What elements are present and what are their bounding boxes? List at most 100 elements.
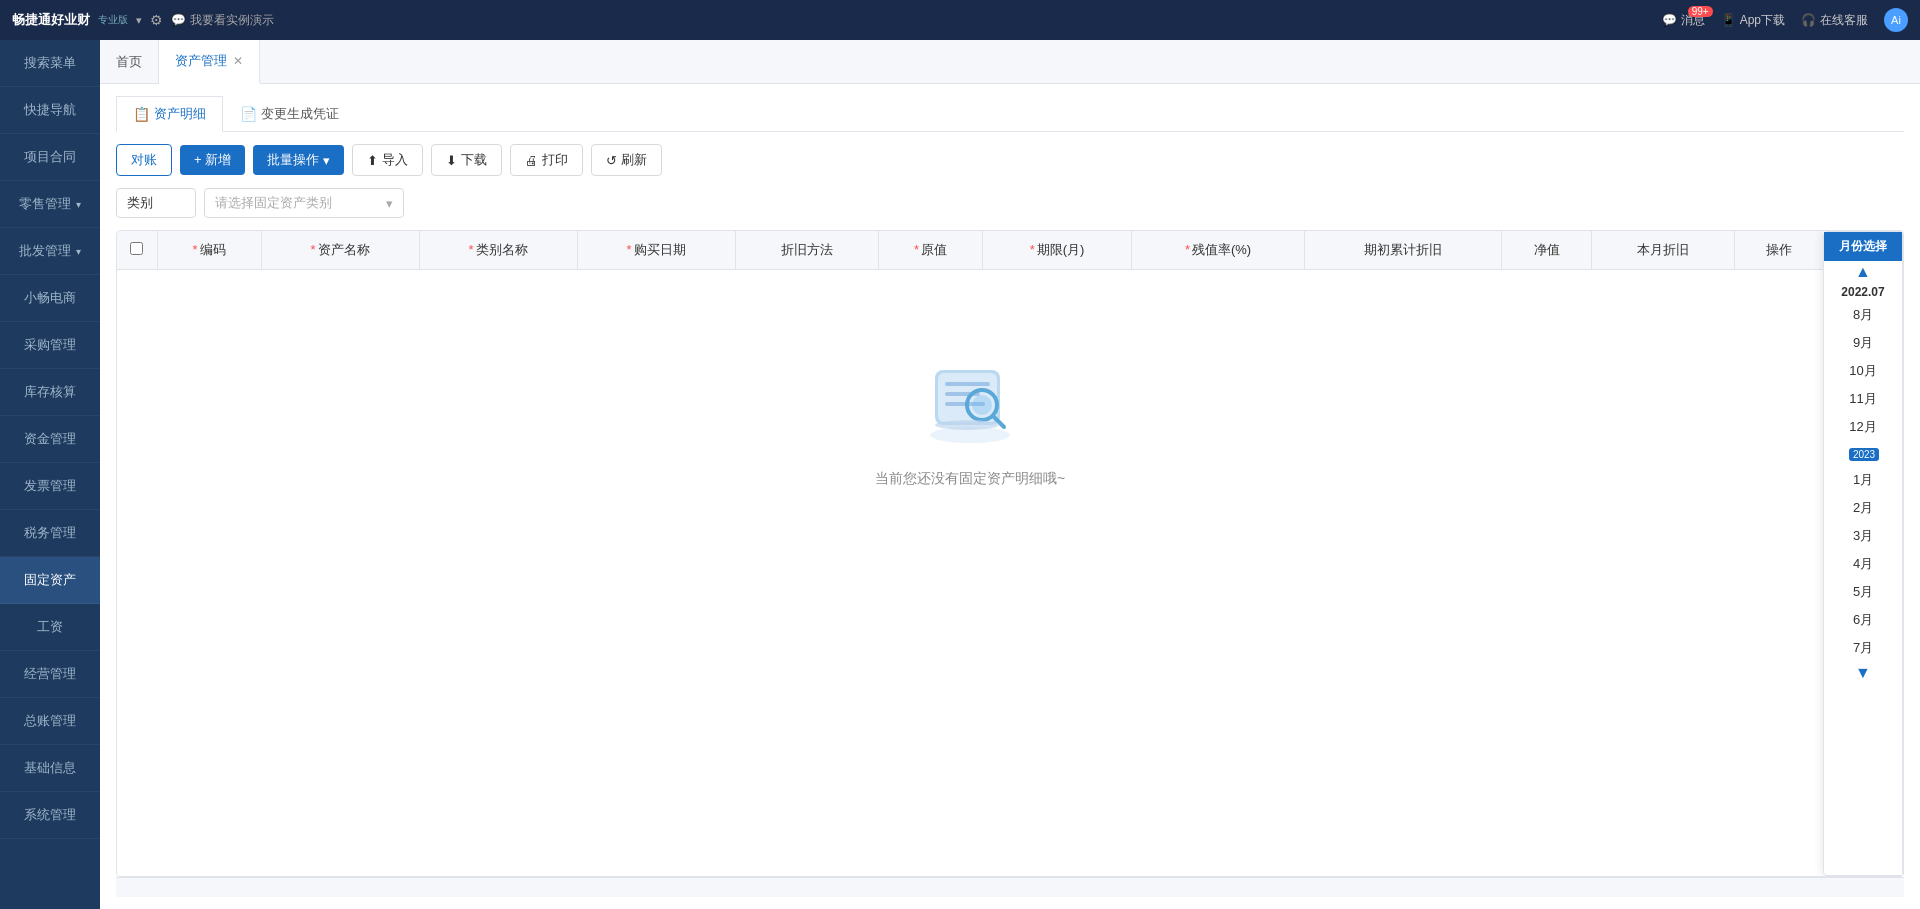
month-item-8[interactable]: 8月 [1824,301,1902,329]
reconcile-button[interactable]: 对账 [116,144,172,176]
import-button[interactable]: ⬆ 导入 [352,144,423,176]
header-name: *资产名称 [261,231,419,270]
tab-home[interactable]: 首页 [100,40,159,84]
header-original-value: *原值 [878,231,982,270]
month-panel: 月份选择 ▲ 2022.07 8月 9月 10月 11月 [1823,231,1903,876]
sidebar-item-fixed-assets[interactable]: 固定资产 [0,557,100,604]
header-residual-rate: *残值率(%) [1132,231,1305,270]
select-all-checkbox[interactable] [130,242,143,255]
category-input-select[interactable]: 请选择固定资产类别 ▾ [204,188,404,218]
settings-icon[interactable]: ⚙ [150,12,163,28]
sidebar-item-finance-mgmt[interactable]: 资金管理 [0,416,100,463]
retail-arrow-icon: ▾ [76,199,81,210]
user-avatar[interactable]: Ai [1884,8,1908,32]
header-net-value: 净值 [1502,231,1591,270]
asset-table: *编码 *资产名称 *类别名称 *购买日期 折旧方法 *原值 *期限(月) *残… [117,231,1823,568]
sidebar-item-system-mgmt[interactable]: 系统管理 [0,792,100,839]
sidebar-item-batch-mgmt[interactable]: 批发管理 ▾ [0,228,100,275]
category-dropdown-icon: ▾ [386,196,393,211]
content-area: 首页 资产管理 ✕ 📋 资产明细 📄 变更生成凭证 [100,40,1920,909]
bottom-scrollbar [116,877,1904,897]
month-nav-down: ▼ [1824,662,1902,684]
month-item-1[interactable]: 1月 [1824,466,1902,494]
month-item-7[interactable]: 7月 [1824,634,1902,662]
refresh-button[interactable]: ↺ 刷新 [591,144,662,176]
empty-illustration [910,350,1030,450]
month-item-3[interactable]: 3月 [1824,522,1902,550]
header-month-depr: 本月折旧 [1591,231,1734,270]
month-item-4[interactable]: 4月 [1824,550,1902,578]
sidebar-item-ecommerce[interactable]: 小畅电商 [0,275,100,322]
month-item-6[interactable]: 6月 [1824,606,1902,634]
month-list-2022: 8月 9月 10月 11月 12月 2023 1月 2月 3月 4月 [1824,301,1902,662]
header-category: *类别名称 [419,231,577,270]
month-item-11[interactable]: 11月 [1824,385,1902,413]
month-item-9[interactable]: 9月 [1824,329,1902,357]
main-layout: 搜索菜单 快捷导航 项目合同 零售管理 ▾ 批发管理 ▾ 小畅电商 采购管理 库… [0,40,1920,909]
sub-tab-change-voucher[interactable]: 📄 变更生成凭证 [223,96,356,131]
refresh-icon: ↺ [606,153,617,168]
top-bar-left: 畅捷通好业财 专业版 ▾ ⚙ 💬 我要看实例演示 [12,11,1654,29]
batch-dropdown-icon: ▾ [323,153,330,168]
empty-state: 当前您还没有固定资产明细哦~ [117,270,1823,568]
tab-asset-mgmt[interactable]: 资产管理 ✕ [159,40,260,84]
message-icon: 💬 [1662,13,1677,27]
month-item-year-2023: 2023 [1824,441,1902,466]
sidebar-item-purchase-mgmt[interactable]: 采购管理 [0,322,100,369]
sub-tab-asset-detail[interactable]: 📋 资产明细 [116,96,223,132]
header-period-month: *期限(月) [982,231,1131,270]
svg-rect-3 [945,382,990,386]
top-bar-right: 💬 消息 99+ 📱 App下载 🎧 在线客服 Ai [1662,8,1908,32]
month-item-5[interactable]: 5月 [1824,578,1902,606]
company-name: 畅捷通好业财 [12,11,90,29]
demo-icon: 💬 [171,13,186,27]
app-download-button[interactable]: 📱 App下载 [1721,12,1785,29]
table-header: *编码 *资产名称 *类别名称 *购买日期 折旧方法 *原值 *期限(月) *残… [117,231,1823,270]
add-button[interactable]: + 新增 [180,145,245,175]
sidebar: 搜索菜单 快捷导航 项目合同 零售管理 ▾ 批发管理 ▾ 小畅电商 采购管理 库… [0,40,100,909]
month-item-2[interactable]: 2月 [1824,494,1902,522]
company-dropdown[interactable]: ▾ [136,14,142,27]
year-badge: 2023 [1849,448,1879,461]
sidebar-item-project-contract[interactable]: 项目合同 [0,134,100,181]
header-operation: 操作 [1735,231,1823,270]
message-button[interactable]: 💬 消息 99+ [1662,12,1705,29]
sidebar-item-retail-mgmt[interactable]: 零售管理 ▾ [0,181,100,228]
sidebar-item-salary[interactable]: 工资 [0,604,100,651]
toolbar: 对账 + 新增 批量操作 ▾ ⬆ 导入 ⬇ 下载 🖨 [116,144,1904,176]
sidebar-item-inventory[interactable]: 库存核算 [0,369,100,416]
demo-link[interactable]: 💬 我要看实例演示 [171,12,274,29]
page-content: 📋 资产明细 📄 变更生成凭证 对账 + 新增 批量操作 ▾ [100,84,1920,909]
sidebar-item-tax-mgmt[interactable]: 税务管理 [0,510,100,557]
sidebar-item-invoice-mgmt[interactable]: 发票管理 [0,463,100,510]
download-button[interactable]: ⬇ 下载 [431,144,502,176]
batch-arrow-icon: ▾ [76,246,81,257]
print-button[interactable]: 🖨 打印 [510,144,583,176]
empty-text: 当前您还没有固定资产明细哦~ [875,470,1065,488]
print-icon: 🖨 [525,153,538,168]
download-icon: ⬇ [446,153,457,168]
month-panel-header: 月份选择 [1824,232,1902,261]
batch-button[interactable]: 批量操作 ▾ [253,145,344,175]
table-body: 当前您还没有固定资产明细哦~ [117,270,1823,569]
message-badge: 99+ [1688,6,1713,17]
online-service-button[interactable]: 🎧 在线客服 [1801,12,1868,29]
month-nav-up[interactable]: ▲ [1851,263,1875,281]
sidebar-item-basic-info[interactable]: 基础信息 [0,745,100,792]
tab-close-icon[interactable]: ✕ [233,54,243,68]
asset-table-container: *编码 *资产名称 *类别名称 *购买日期 折旧方法 *原值 *期限(月) *残… [116,230,1904,877]
month-item-10[interactable]: 10月 [1824,357,1902,385]
phone-icon: 📱 [1721,13,1736,27]
sidebar-item-quick-nav[interactable]: 快捷导航 [0,87,100,134]
sidebar-item-operation-mgmt[interactable]: 经营管理 [0,651,100,698]
sidebar-item-search[interactable]: 搜索菜单 [0,40,100,87]
sidebar-item-ledger-mgmt[interactable]: 总账管理 [0,698,100,745]
asset-detail-icon: 📋 [133,106,150,122]
category-select[interactable]: 类别 [116,188,196,218]
header-deprec-method: 折旧方法 [735,231,878,270]
sub-tab-bar: 📋 资产明细 📄 变更生成凭证 [116,96,1904,132]
headset-icon: 🎧 [1801,13,1816,27]
month-item-12[interactable]: 12月 [1824,413,1902,441]
month-nav-down-btn[interactable]: ▼ [1851,664,1875,682]
current-year-display: 2022.07 [1841,283,1884,301]
